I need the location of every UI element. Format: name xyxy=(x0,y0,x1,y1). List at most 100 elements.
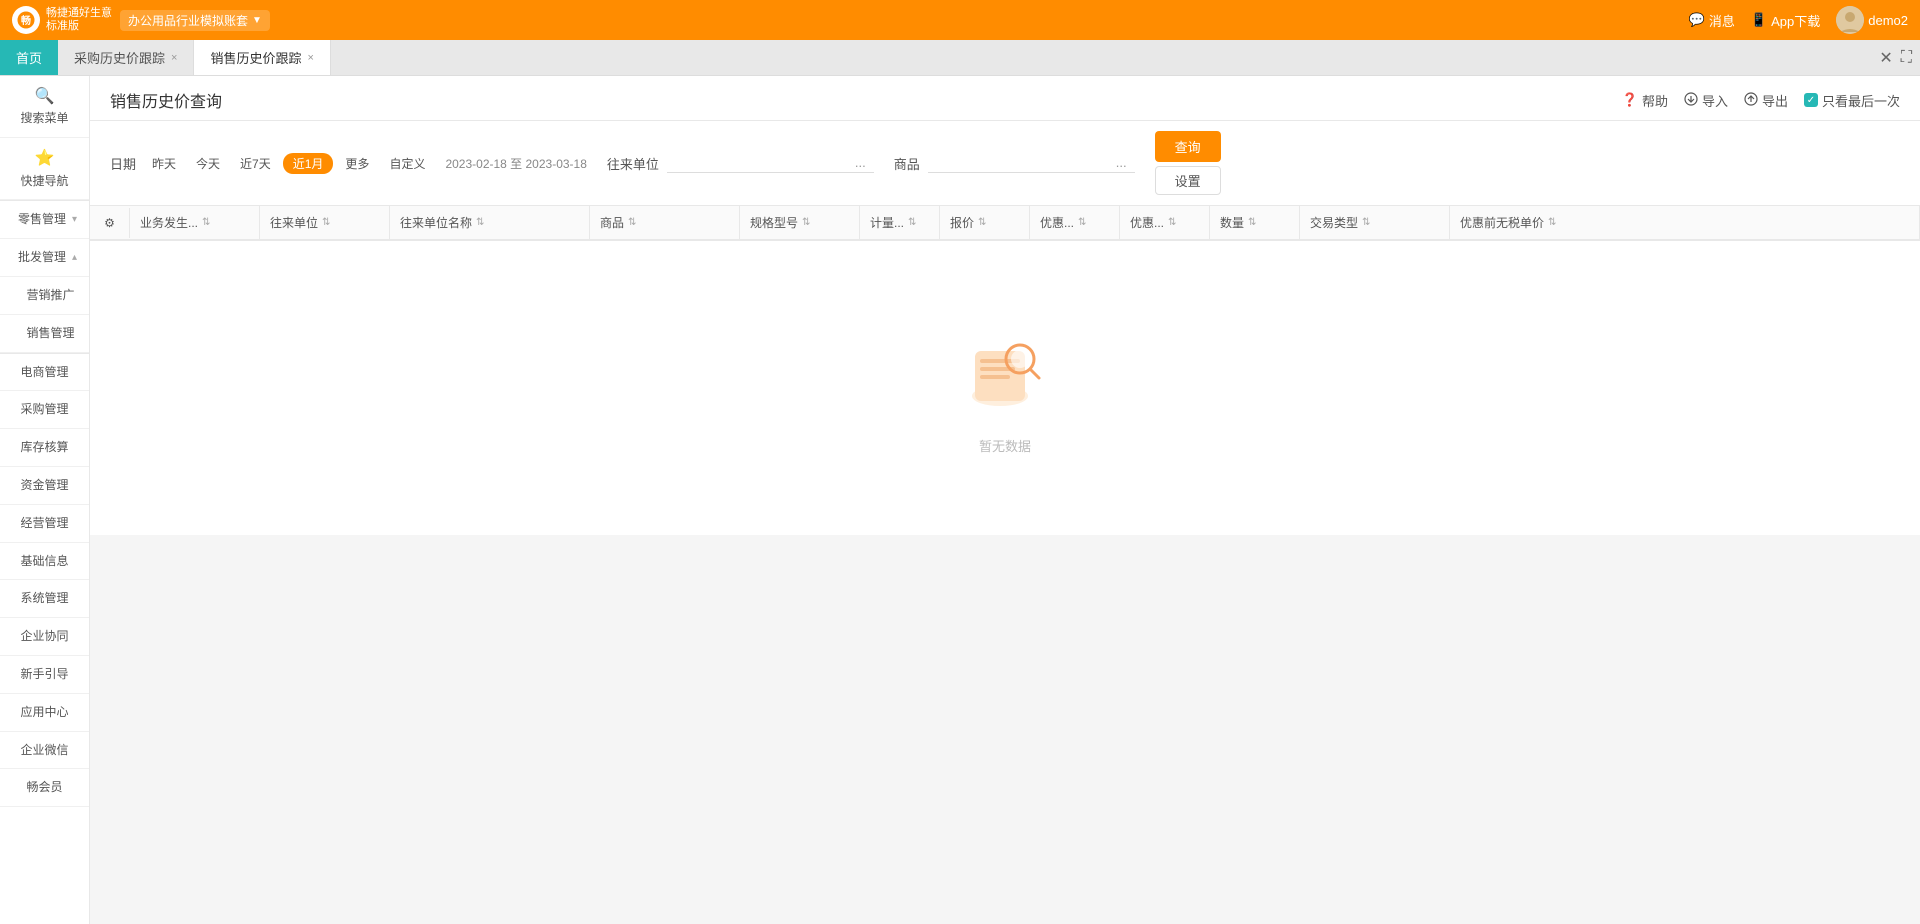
download-icon: 📱 xyxy=(1751,12,1767,28)
export-btn[interactable]: 导出 xyxy=(1744,91,1788,110)
close-window-btn[interactable]: ✕ xyxy=(1879,48,1892,68)
sidebar-item-operations-mgmt[interactable]: 经营管理 xyxy=(0,505,89,543)
product-filter-label: 商品 xyxy=(894,154,920,173)
import-btn[interactable]: 导入 xyxy=(1684,91,1728,110)
product-filter-group: 商品 ... xyxy=(894,153,1135,173)
app-download-btn[interactable]: 📱 App下载 xyxy=(1751,11,1820,30)
import-icon xyxy=(1684,92,1698,109)
date-more-btn[interactable]: 更多 xyxy=(337,153,377,174)
partner-filter-label: 往来单位 xyxy=(607,154,659,173)
help-btn[interactable]: ❓ 帮助 xyxy=(1622,91,1668,110)
sidebar-item-purchase-mgmt[interactable]: 采购管理 xyxy=(0,391,89,429)
product-input-field: ... xyxy=(928,153,1135,173)
chevron-icon: ▴ xyxy=(72,251,77,265)
main-area: 🔍 搜索菜单 ⭐ 快捷导航 零售管理 ▾ 批发管理 ▴ 营销推广 销售管理 xyxy=(0,76,1920,924)
table-header: ⚙ 业务发生... ⇅ 往来单位 ⇅ 往来单位名称 ⇅ xyxy=(90,206,1920,241)
th-pretax-price[interactable]: 优惠前无税单价 ⇅ xyxy=(1450,206,1920,239)
th-partner-name[interactable]: 往来单位名称 ⇅ xyxy=(390,206,590,239)
th-unit[interactable]: 计量... ⇅ xyxy=(860,206,940,239)
query-button[interactable]: 查询 xyxy=(1155,131,1221,162)
empty-state: 暂无数据 xyxy=(90,241,1920,535)
partner-input-field: ... xyxy=(667,153,874,173)
sidebar-item-sales-mgmt[interactable]: 销售管理 xyxy=(0,315,89,353)
sidebar-item-quick-nav[interactable]: ⭐ 快捷导航 xyxy=(0,138,89,200)
date-filter-label: 日期 xyxy=(110,154,136,173)
th-product[interactable]: 商品 ⇅ xyxy=(590,206,740,239)
sort-icon: ⇅ xyxy=(978,217,986,228)
table-container: ⚙ 业务发生... ⇅ 往来单位 ⇅ 往来单位名称 ⇅ xyxy=(90,206,1920,535)
sales-history-tab-close[interactable]: × xyxy=(307,52,313,64)
check-icon: ✓ xyxy=(1807,95,1815,106)
app-title-text: 办公用品行业模拟账套 xyxy=(128,12,248,29)
sidebar-item-app-center[interactable]: 应用中心 xyxy=(0,694,89,732)
page-title: 销售历史价查询 xyxy=(110,88,222,112)
message-btn[interactable]: 💬 消息 xyxy=(1689,11,1735,30)
th-qty[interactable]: 数量 ⇅ xyxy=(1210,206,1300,239)
logo-text: 畅捷通好生意 标准版 xyxy=(46,7,112,33)
logo-area: 畅 畅捷通好生意 标准版 xyxy=(12,6,112,34)
sort-icon: ⇅ xyxy=(202,217,210,228)
sidebar-item-inventory-check[interactable]: 库存核算 xyxy=(0,429,89,467)
settings-col-icon: ⚙ xyxy=(104,216,115,230)
maximize-window-btn[interactable]: ⛶ xyxy=(1901,49,1912,67)
th-spec[interactable]: 规格型号 ⇅ xyxy=(740,206,860,239)
th-price[interactable]: 报价 ⇅ xyxy=(940,206,1030,239)
product-input[interactable] xyxy=(928,155,1104,170)
th-biz-date[interactable]: 业务发生... ⇅ xyxy=(130,206,260,239)
top-bar-left: 畅 畅捷通好生意 标准版 办公用品行业模拟账套 ▼ xyxy=(12,6,270,34)
sidebar-item-marketing[interactable]: 营销推广 xyxy=(0,277,89,315)
date-today-btn[interactable]: 今天 xyxy=(188,153,228,174)
date-yesterday-btn[interactable]: 昨天 xyxy=(144,153,184,174)
th-settings[interactable]: ⚙ xyxy=(90,208,130,238)
tab-sales-history[interactable]: 销售历史价跟踪 × xyxy=(194,40,330,75)
th-partner-code[interactable]: 往来单位 ⇅ xyxy=(260,206,390,239)
sidebar-item-basic-info[interactable]: 基础信息 xyxy=(0,543,89,581)
tab-home[interactable]: 首页 xyxy=(0,40,58,75)
sidebar-item-system-mgmt[interactable]: 系统管理 xyxy=(0,580,89,618)
export-icon xyxy=(1744,92,1758,109)
top-bar: 畅 畅捷通好生意 标准版 办公用品行业模拟账套 ▼ 💬 消息 📱 App下载 xyxy=(0,0,1920,40)
purchase-history-tab-close[interactable]: × xyxy=(171,52,177,64)
page-header: 销售历史价查询 ❓ 帮助 导入 xyxy=(90,76,1920,121)
date-options: 昨天 今天 近7天 近1月 更多 自定义 xyxy=(144,153,433,174)
sidebar-item-retail-mgmt[interactable]: 零售管理 ▾ xyxy=(0,201,89,239)
sales-history-tab-label: 销售历史价跟踪 xyxy=(210,48,301,67)
avatar xyxy=(1836,6,1864,34)
user-menu-btn[interactable]: demo2 xyxy=(1836,6,1908,34)
th-discount2[interactable]: 优惠... ⇅ xyxy=(1120,206,1210,239)
purchase-history-tab-label: 采购历史价跟踪 xyxy=(74,48,165,67)
chevron-icon: ▾ xyxy=(72,213,77,227)
date-last7days-btn[interactable]: 近7天 xyxy=(232,153,279,174)
sidebar-item-member[interactable]: 畅会员 xyxy=(0,769,89,807)
sort-icon: ⇅ xyxy=(802,217,810,228)
sidebar-item-enterprise-collab[interactable]: 企业协同 xyxy=(0,618,89,656)
sidebar-item-ecommerce-mgmt[interactable]: 电商管理 xyxy=(0,354,89,392)
only-latest-checkbox-label[interactable]: ✓ 只看最后一次 xyxy=(1804,91,1900,110)
date-range-display: 2023-02-18 至 2023-03-18 xyxy=(445,155,586,172)
sort-icon: ⇅ xyxy=(1362,217,1370,228)
th-trade-type[interactable]: 交易类型 ⇅ xyxy=(1300,206,1450,239)
date-filter-group: 日期 昨天 今天 近7天 近1月 更多 自定义 2023-02-18 至 202… xyxy=(110,153,587,174)
sidebar-item-wholesale-mgmt[interactable]: 批发管理 ▴ xyxy=(0,239,89,277)
sort-icon: ⇅ xyxy=(1078,217,1086,228)
tab-purchase-history[interactable]: 采购历史价跟踪 × xyxy=(58,40,194,75)
date-custom-btn[interactable]: 自定义 xyxy=(381,153,433,174)
only-latest-checkbox[interactable]: ✓ xyxy=(1804,93,1818,107)
sidebar-item-finance-mgmt[interactable]: 资金管理 xyxy=(0,467,89,505)
partner-picker-btn[interactable]: ... xyxy=(847,155,874,170)
th-discount1[interactable]: 优惠... ⇅ xyxy=(1030,206,1120,239)
action-btn-group: 查询 设置 xyxy=(1155,131,1221,195)
app-title-selector[interactable]: 办公用品行业模拟账套 ▼ xyxy=(120,10,270,31)
partner-filter-group: 往来单位 ... xyxy=(607,153,874,173)
product-picker-btn[interactable]: ... xyxy=(1108,155,1135,170)
date-last1month-btn[interactable]: 近1月 xyxy=(283,153,334,174)
settings-button[interactable]: 设置 xyxy=(1155,166,1221,195)
sort-icon: ⇅ xyxy=(1548,217,1556,228)
star-icon: ⭐ xyxy=(35,148,55,170)
page-header-actions: ❓ 帮助 导入 xyxy=(1622,91,1900,110)
help-icon: ❓ xyxy=(1622,92,1638,108)
sidebar-item-search-menu[interactable]: 🔍 搜索菜单 xyxy=(0,76,89,138)
sidebar-item-enterprise-wechat[interactable]: 企业微信 xyxy=(0,732,89,770)
partner-input[interactable] xyxy=(667,155,843,170)
sidebar-item-new-user-guide[interactable]: 新手引导 xyxy=(0,656,89,694)
